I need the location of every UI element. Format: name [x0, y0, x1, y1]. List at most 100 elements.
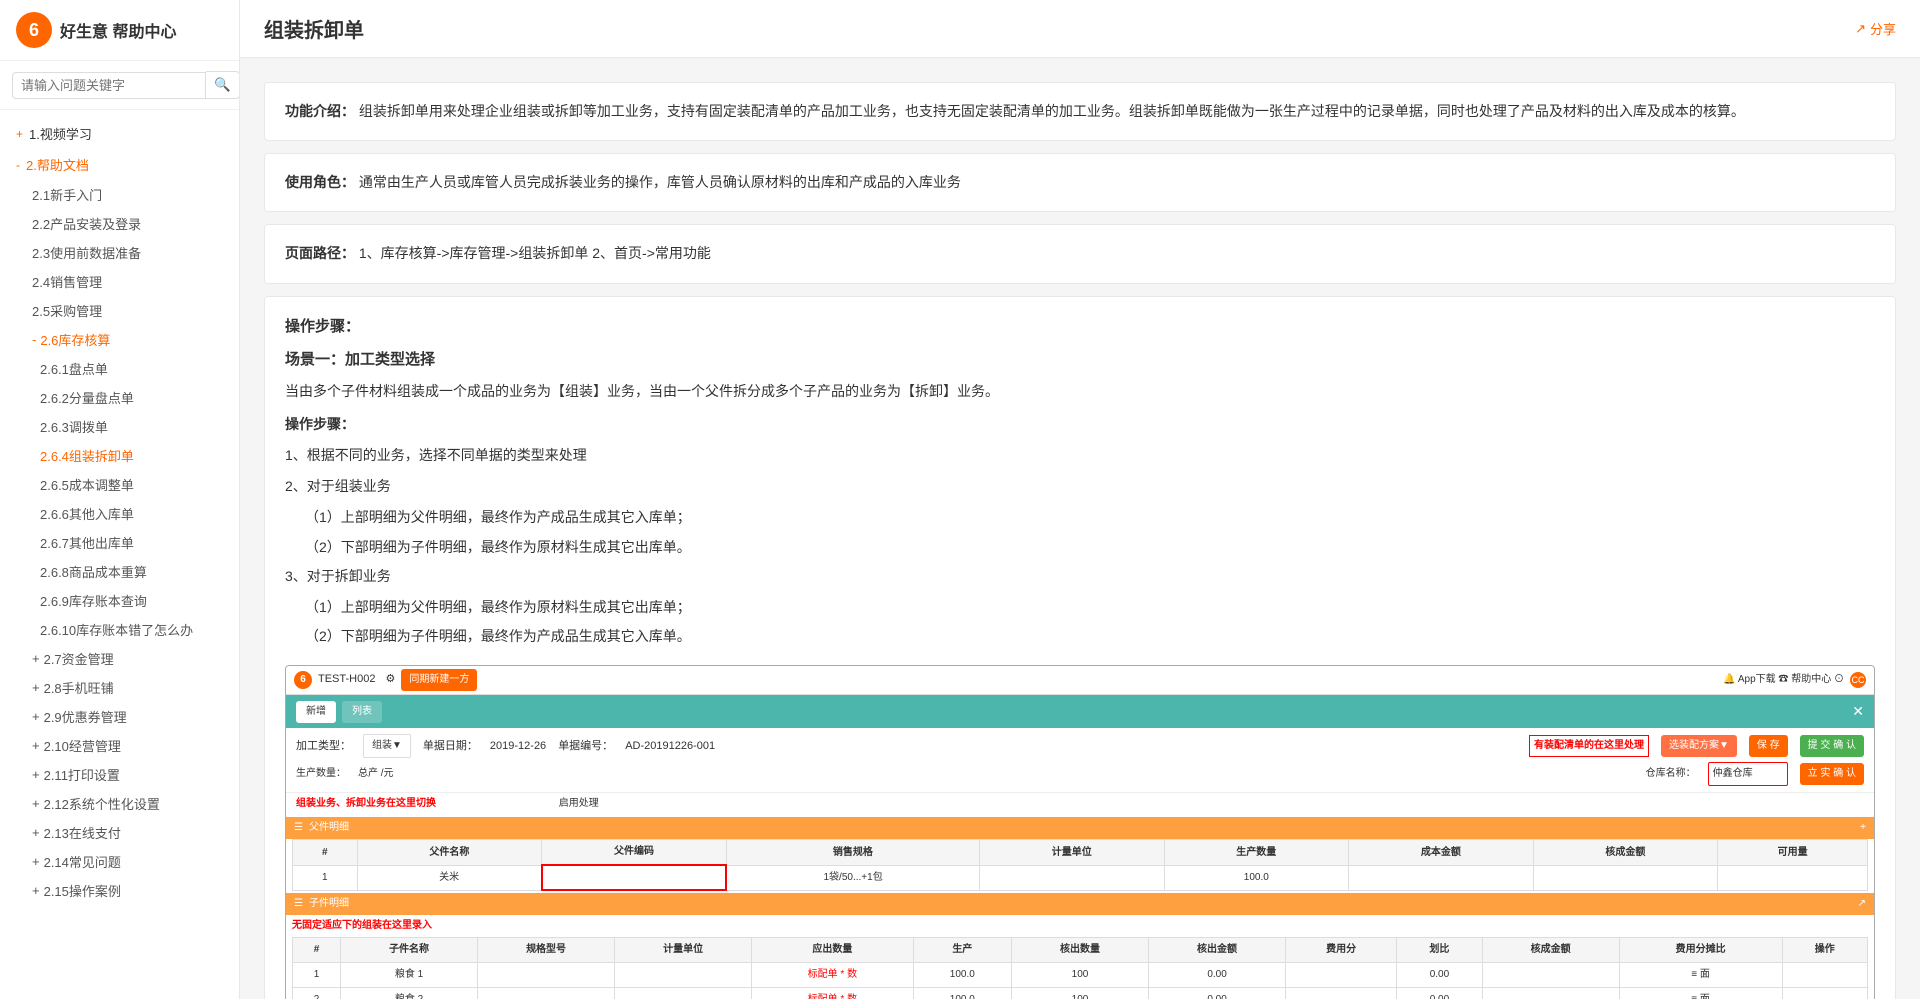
mock-enable-btn[interactable]: 立 实 确 认 [1800, 763, 1864, 785]
sidebar-item-stock-error[interactable]: 2.6.10库存账本错了怎么办 [0, 615, 239, 644]
mock-wh-input[interactable]: 仲鑫仓库 [1708, 762, 1788, 786]
mock-annotation-bottom: 无固定适应下的组装在这里录入 [292, 915, 1868, 937]
sidebar-item-newcomer[interactable]: 2.1新手入门 [0, 180, 239, 209]
plus-icon-3: + [32, 651, 40, 666]
sidebar-nav: + 1.视频学习 - 2.帮助文档 2.1新手入门 2.2产品安装及登录 2.3… [0, 110, 239, 999]
sidebar-item-coupon[interactable]: + 2.9优惠券管理 [0, 702, 239, 731]
search-input[interactable] [12, 72, 206, 99]
mock-td-core [1533, 865, 1718, 890]
plus-icon-7: + [32, 767, 40, 782]
mock-btn-submit[interactable]: 提 交 确 认 [1800, 735, 1864, 757]
mock-screenshot: 6 TEST-H002 ⚙ 同期新建一方 🔔 App下载 ☎ 帮助中心 ⊙ CC… [285, 665, 1875, 999]
sidebar-item-personalize[interactable]: + 2.12系统个性化设置 [0, 789, 239, 818]
mock-wh-label: 仓库名称： [1646, 765, 1696, 783]
mock-sub-th-4: 应出数量 [752, 938, 914, 963]
sidebar-item-finance[interactable]: + 2.7资金管理 [0, 644, 239, 673]
mock-close-btn[interactable]: ✕ [1852, 699, 1864, 724]
mock-add-row-btn[interactable]: + [1860, 819, 1866, 837]
sidebar-item-other-in[interactable]: 2.6.6其他入库单 [0, 499, 239, 528]
mock-sub-th-3: 计量单位 [615, 938, 752, 963]
mock-qty-label: 生产数量： [296, 765, 346, 783]
mock-tab-list[interactable]: 列表 [342, 701, 382, 723]
plus-icon-4: + [32, 680, 40, 695]
plus-icon-6: + [32, 738, 40, 753]
sidebar-item-purchase[interactable]: 2.5采购管理 [0, 296, 239, 325]
mock-td-spec: 1袋/50...+1包 [726, 865, 979, 890]
mock-td-qty: 100.0 [1164, 865, 1349, 890]
mock-sub-th-11: 费用分摊比 [1619, 938, 1782, 963]
main-content: 功能介绍： 组装拆卸单用来处理企业组装或拆卸等加工业务，支持有固定装配清单的产品… [240, 58, 1920, 999]
sub-step-cx-2: （2）下部明细为子件明细，最终作为产成品生成其它入库单。 [305, 624, 1875, 649]
sidebar-item-cost-recalc[interactable]: 2.6.8商品成本重算 [0, 557, 239, 586]
sidebar-item-stock-query[interactable]: 2.6.9库存账本查询 [0, 586, 239, 615]
mock-td-unit [979, 865, 1164, 890]
sidebar-item-pandian[interactable]: 2.6.1盘点单 [0, 354, 239, 383]
step-label-ops: 操作步骤： [285, 412, 1875, 437]
sidebar: 6 好生意 帮助中心 🔍 + 1.视频学习 - 2.帮助文档 2.1新手入门 2… [0, 0, 240, 999]
app-logo: 6 [16, 12, 52, 48]
sidebar-header: 6 好生意 帮助中心 [0, 0, 239, 61]
mock-annotation-middle: 组装业务、拆卸业务在这里切换 [296, 798, 436, 809]
mock-section-icon: ☰ [294, 819, 303, 837]
sidebar-item-cases[interactable]: + 2.15操作案例 [0, 876, 239, 905]
mock-parent-table: # 父件名称 父件编码 销售规格 计量单位 生产数量 成本金额 核成金额 可用量 [292, 839, 1868, 891]
sub-step-zz-2: （2）下部明细为子件明细，最终作为原材料生成其它出库单。 [305, 535, 1875, 560]
mock-td-code[interactable] [542, 865, 727, 890]
sub-step-cx-1: （1）上部明细为父件明细，最终作为原材料生成其它出库单； [305, 595, 1875, 620]
mock-th-4: 计量单位 [979, 840, 1164, 866]
mock-topbar-text: TEST-H002 [318, 670, 375, 690]
mock-section-label: 父件明细 [309, 819, 349, 837]
sidebar-item-online-pay[interactable]: + 2.13在线支付 [0, 818, 239, 847]
sidebar-item-assembly[interactable]: 2.6.4组装拆卸单 [0, 441, 239, 470]
role-card: 使用角色： 通常由生产人员或库管人员完成拆装业务的操作，库管人员确认原材料的出库… [264, 153, 1896, 212]
path-label: 页面路径： [285, 245, 355, 261]
sidebar-item-fenpan[interactable]: 2.6.2分量盘点单 [0, 383, 239, 412]
sidebar-item-operation[interactable]: + 2.10经营管理 [0, 731, 239, 760]
mock-sub-add-btn[interactable]: ↗ [1858, 895, 1866, 913]
mock-child-table: # 子件名称 规格型号 计量单位 应出数量 生产 核出数量 核出金额 费用分 划… [292, 937, 1868, 999]
mock-code-val: AD-20191226-001 [625, 737, 715, 757]
mock-btn-save[interactable]: 保 存 [1749, 735, 1788, 757]
mock-tab-new[interactable]: 新增 [296, 701, 336, 723]
role-text: 通常由生产人员或库管人员完成拆装业务的操作，库管人员确认原材料的出库和产成品的入… [359, 174, 961, 190]
sidebar-item-install[interactable]: 2.2产品安装及登录 [0, 209, 239, 238]
mock-type-select[interactable]: 组装▼ [363, 734, 411, 758]
path-text: 1、库存核算->库存管理->组装拆卸单 2、首页->常用功能 [359, 245, 711, 261]
mock-btn-addnew[interactable]: 同期新建一方 [401, 669, 477, 691]
main-header: 组装拆卸单 ↗ 分享 [240, 0, 1920, 58]
plus-icon-9: + [32, 825, 40, 840]
mock-th-7: 核成金额 [1533, 840, 1718, 866]
search-button[interactable]: 🔍 [206, 71, 240, 99]
sidebar-item-mobile[interactable]: + 2.8手机旺铺 [0, 673, 239, 702]
mock-topbar-icon1: ⚙ [385, 670, 395, 690]
sidebar-item-video[interactable]: + 1.视频学习 [0, 118, 239, 149]
mock-icon-bell: 🔔 App下载 ☎ 帮助中心 ⊙ [1723, 671, 1844, 689]
mock-annotation-right: 启用处理 [559, 798, 599, 809]
mock-th-5: 生产数量 [1164, 840, 1349, 866]
mock-th-2: 父件编码 [542, 840, 727, 866]
mock-modal-bar: 新增 列表 ✕ [286, 695, 1874, 728]
sidebar-item-sales[interactable]: 2.4销售管理 [0, 267, 239, 296]
plus-icon-8: + [32, 796, 40, 811]
table-row: 2粮食 2标配单 * 数100.01000.000.00≡ 面 [293, 988, 1868, 999]
sidebar-item-other-out[interactable]: 2.6.7其他出库单 [0, 528, 239, 557]
mock-date-val: 2019-12-26 [490, 737, 546, 757]
main-area: 组装拆卸单 ↗ 分享 功能介绍： 组装拆卸单用来处理企业组装或拆卸等加工业务，支… [240, 0, 1920, 999]
path-card: 页面路径： 1、库存核算->库存管理->组装拆卸单 2、首页->常用功能 [264, 224, 1896, 283]
sidebar-item-dataprep[interactable]: 2.3使用前数据准备 [0, 238, 239, 267]
steps-label: 操作步骤： [285, 313, 1875, 340]
sidebar-item-inventory[interactable]: - 2.6库存核算 [0, 325, 239, 354]
sidebar-item-cost-adj[interactable]: 2.6.5成本调整单 [0, 470, 239, 499]
mock-btn-bom[interactable]: 选装配方案▼ [1661, 735, 1737, 757]
scene1-label: 场景一：加工类型选择 [285, 346, 1875, 373]
mock-sub-th-12: 操作 [1782, 938, 1867, 963]
share-button[interactable]: ↗ 分享 [1855, 19, 1896, 38]
mock-sub-th-2: 规格型号 [478, 938, 615, 963]
mock-code-label: 单据编号： [558, 737, 613, 757]
sidebar-item-helpdoc[interactable]: - 2.帮助文档 [0, 149, 239, 180]
mock-icon-user: CC [1850, 672, 1866, 688]
sidebar-item-faq[interactable]: + 2.14常见问题 [0, 847, 239, 876]
step1: 1、根据不同的业务，选择不同单据的类型来处理 [285, 443, 1875, 468]
sidebar-item-print[interactable]: + 2.11打印设置 [0, 760, 239, 789]
sidebar-item-diaoba[interactable]: 2.6.3调拨单 [0, 412, 239, 441]
